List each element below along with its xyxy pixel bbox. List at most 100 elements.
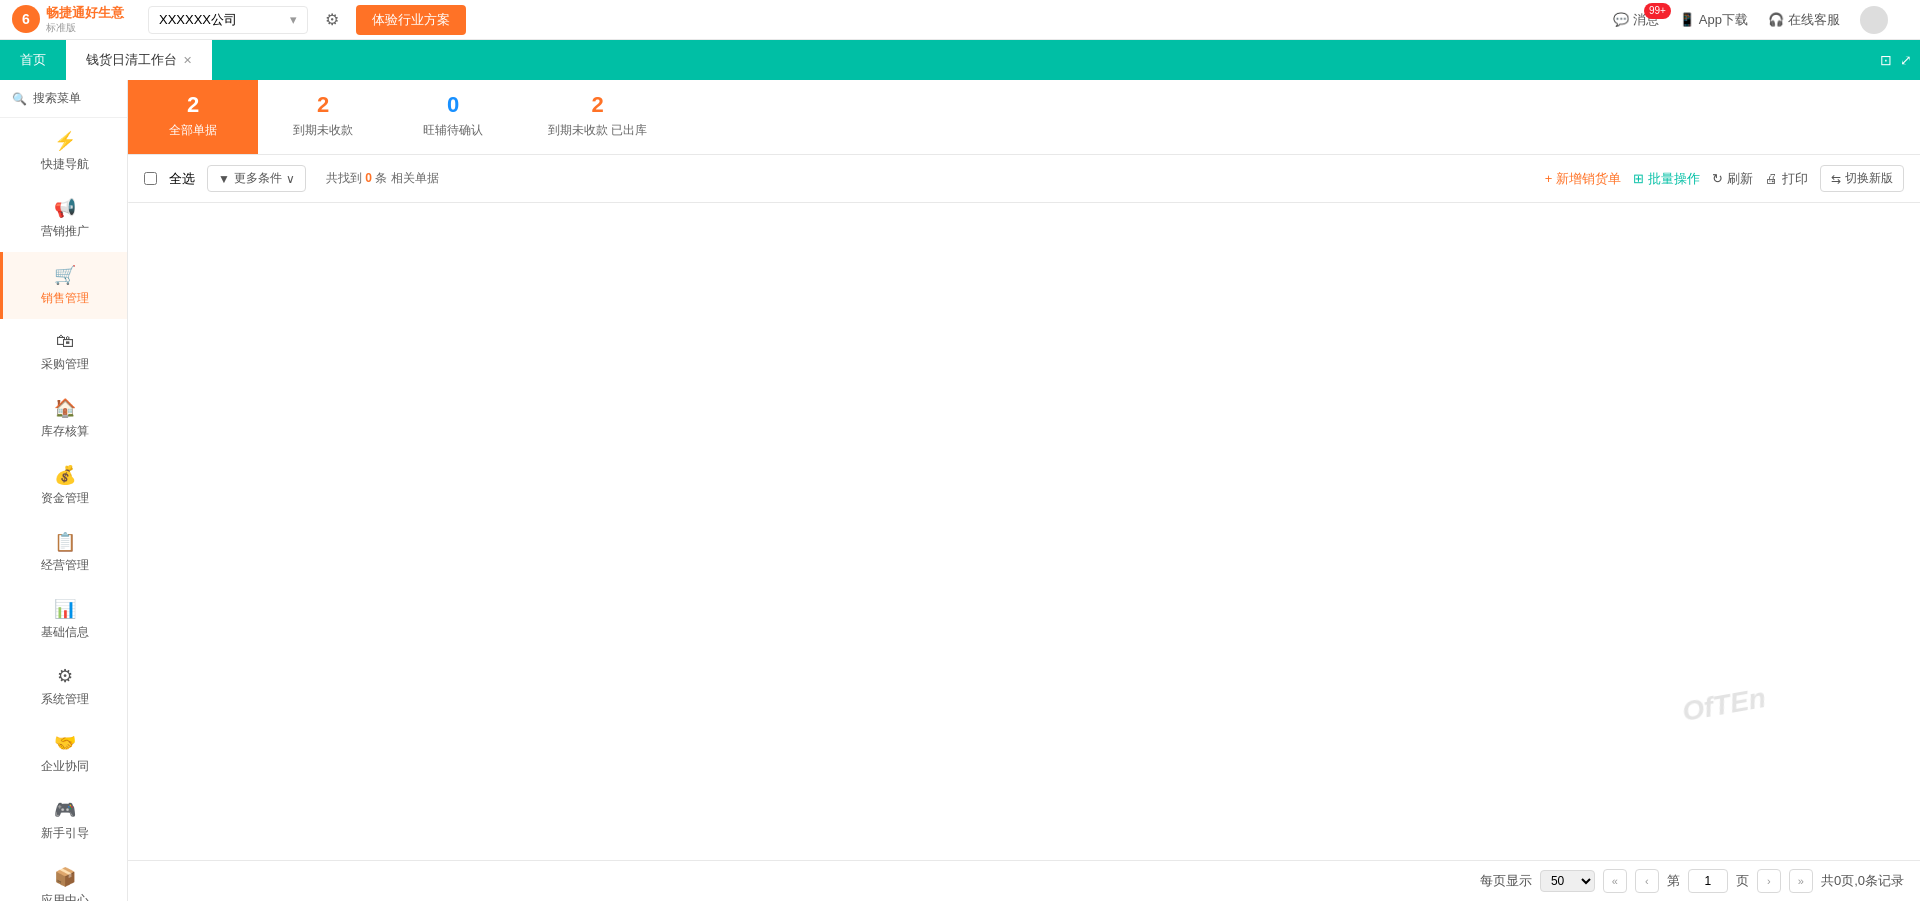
- trial-button[interactable]: 体验行业方案: [356, 5, 466, 35]
- found-prefix: 共找到: [326, 171, 362, 185]
- app-download-action[interactable]: 📱 App下载: [1679, 11, 1748, 29]
- search-menu-label: 搜索菜单: [33, 90, 81, 107]
- search-icon: 🔍: [12, 92, 27, 106]
- next-page-button[interactable]: ›: [1757, 869, 1781, 893]
- header-right: 💬 消息 99+ 📱 App下载 🎧 在线客服: [1613, 6, 1908, 34]
- per-page-label: 每页显示: [1480, 872, 1532, 890]
- sidebar-item-marketing[interactable]: 📢 营销推广: [0, 185, 127, 252]
- toolbar-right: + 新增销货单 ⊞ 批量操作 ↻ 刷新 🖨 打印 ⇆ 切换新版: [1545, 165, 1904, 192]
- found-count: 0: [365, 171, 372, 185]
- sidebar-item-label: 经营管理: [41, 557, 89, 574]
- sidebar-item-app-center[interactable]: 📦 应用中心: [0, 854, 127, 901]
- stat-tab-all[interactable]: 2 全部单据: [128, 80, 258, 154]
- refresh-icon: ↻: [1712, 171, 1723, 186]
- sales-icon: 🛒: [54, 264, 76, 286]
- sidebar-item-label: 新手引导: [41, 825, 89, 842]
- tab-expand-icon[interactable]: ⤢: [1900, 52, 1912, 68]
- settings-icon[interactable]: ⚙: [316, 4, 348, 36]
- first-page-button[interactable]: «: [1603, 869, 1627, 893]
- batch-label: 批量操作: [1648, 170, 1700, 188]
- stat-label-all: 全部单据: [169, 122, 217, 139]
- sidebar-item-label: 资金管理: [41, 490, 89, 507]
- tab-workbench[interactable]: 钱货日清工作台 ✕: [66, 40, 212, 80]
- operations-icon: 📋: [54, 531, 76, 553]
- sidebar: 🔍 搜索菜单 ⚡ 快捷导航 📢 营销推广 🛒 销售管理 🛍 采购管理 🏠 库存核…: [0, 80, 128, 901]
- tab-home[interactable]: 首页: [0, 40, 66, 80]
- chevron-down-icon: ▾: [290, 12, 297, 27]
- sidebar-item-system[interactable]: ⚙ 系统管理: [0, 653, 127, 720]
- toolbar: 全选 ▼ 更多条件 ∨ 共找到 0 条 相关单据 + 新增销货单 ⊞ 批量操作 …: [128, 155, 1920, 203]
- filter-button[interactable]: ▼ 更多条件 ∨: [207, 165, 306, 192]
- purchase-icon: 🛍: [56, 331, 74, 352]
- sidebar-item-inventory[interactable]: 🏠 库存核算: [0, 385, 127, 452]
- tab-minimize-icon[interactable]: ⊡: [1880, 52, 1892, 68]
- guide-icon: 🎮: [54, 799, 76, 821]
- top-header: 6 畅捷通好生意 标准版 XXXXXX公司 ▾ ⚙ 体验行业方案 💬 消息 99…: [0, 0, 1920, 40]
- last-page-button[interactable]: »: [1789, 869, 1813, 893]
- filter-label: 更多条件: [234, 170, 282, 187]
- switch-version-button[interactable]: ⇆ 切换新版: [1820, 165, 1904, 192]
- page-label: 第: [1667, 872, 1680, 890]
- sidebar-item-label: 销售管理: [41, 290, 89, 307]
- batch-operation-button[interactable]: ⊞ 批量操作: [1633, 170, 1700, 188]
- sidebar-item-finance[interactable]: 💰 资金管理: [0, 452, 127, 519]
- app-download-label: App下载: [1699, 11, 1748, 29]
- sidebar-item-label: 采购管理: [41, 356, 89, 373]
- stat-tab-overdue-shipped[interactable]: 2 到期未收款 已出库: [518, 80, 677, 154]
- finance-icon: 💰: [54, 464, 76, 486]
- online-service-action[interactable]: 🎧 在线客服: [1768, 11, 1840, 29]
- print-button[interactable]: 🖨 打印: [1765, 170, 1808, 188]
- sidebar-item-label: 营销推广: [41, 223, 89, 240]
- select-all-checkbox[interactable]: [144, 172, 157, 185]
- sidebar-item-purchase[interactable]: 🛍 采购管理: [0, 319, 127, 385]
- stat-count-wangwang: 0: [447, 92, 459, 118]
- logo-main: 畅捷通好生意: [46, 5, 124, 22]
- messages-badge: 99+: [1644, 3, 1671, 19]
- pagination-bar: 每页显示 50 100 200 « ‹ 第 页 › » 共0页,0条记录: [128, 860, 1920, 901]
- stat-label-overdue-shipped: 到期未收款 已出库: [548, 122, 647, 139]
- avatar[interactable]: [1860, 6, 1888, 34]
- download-icon: 📱: [1679, 12, 1695, 27]
- online-service-label: 在线客服: [1788, 11, 1840, 29]
- basic-info-icon: 📊: [54, 598, 76, 620]
- logo-text: 畅捷通好生意 标准版: [46, 5, 124, 35]
- logo-icon: 6: [12, 5, 40, 33]
- page-number-input[interactable]: [1688, 869, 1728, 893]
- stats-tabs: 2 全部单据 2 到期未收款 0 旺辅待确认 2 到期未收款 已出库: [128, 80, 1920, 155]
- sidebar-item-basic-info[interactable]: 📊 基础信息: [0, 586, 127, 653]
- search-menu[interactable]: 🔍 搜索菜单: [0, 80, 127, 118]
- app-center-icon: 📦: [54, 866, 76, 888]
- print-icon: 🖨: [1765, 171, 1778, 186]
- company-selector[interactable]: XXXXXX公司 ▾: [148, 6, 308, 34]
- filter-chevron-icon: ∨: [286, 172, 295, 186]
- refresh-button[interactable]: ↻ 刷新: [1712, 170, 1753, 188]
- sidebar-item-cooperation[interactable]: 🤝 企业协同: [0, 720, 127, 787]
- sidebar-item-guide[interactable]: 🎮 新手引导: [0, 787, 127, 854]
- tab-bar: 首页 钱货日清工作台 ✕ ⊡ ⤢: [0, 40, 1920, 80]
- print-label: 打印: [1782, 170, 1808, 188]
- stat-count-overdue: 2: [317, 92, 329, 118]
- stat-tab-overdue[interactable]: 2 到期未收款: [258, 80, 388, 154]
- per-page-select[interactable]: 50 100 200: [1540, 870, 1595, 892]
- stat-count-overdue-shipped: 2: [592, 92, 604, 118]
- stat-tab-wangwang[interactable]: 0 旺辅待确认: [388, 80, 518, 154]
- tab-close-icon[interactable]: ✕: [183, 54, 192, 67]
- sidebar-item-label: 库存核算: [41, 423, 89, 440]
- new-order-button[interactable]: + 新增销货单: [1545, 170, 1621, 188]
- batch-icon: ⊞: [1633, 171, 1644, 186]
- tab-home-label: 首页: [20, 51, 46, 69]
- service-icon: 🎧: [1768, 12, 1784, 27]
- cooperation-icon: 🤝: [54, 732, 76, 754]
- stat-label-overdue: 到期未收款: [293, 122, 353, 139]
- switch-icon: ⇆: [1831, 172, 1841, 186]
- sidebar-item-label: 系统管理: [41, 691, 89, 708]
- prev-page-button[interactable]: ‹: [1635, 869, 1659, 893]
- company-name: XXXXXX公司: [159, 11, 237, 29]
- marketing-icon: 📢: [54, 197, 76, 219]
- sidebar-item-quick-nav[interactable]: ⚡ 快捷导航: [0, 118, 127, 185]
- messages-action[interactable]: 💬 消息 99+: [1613, 11, 1659, 29]
- logo-sub: 标准版: [46, 21, 124, 34]
- sidebar-item-sales[interactable]: 🛒 销售管理: [0, 252, 127, 319]
- sidebar-item-operations[interactable]: 📋 经营管理: [0, 519, 127, 586]
- tab-bar-actions: ⊡ ⤢: [1880, 52, 1920, 68]
